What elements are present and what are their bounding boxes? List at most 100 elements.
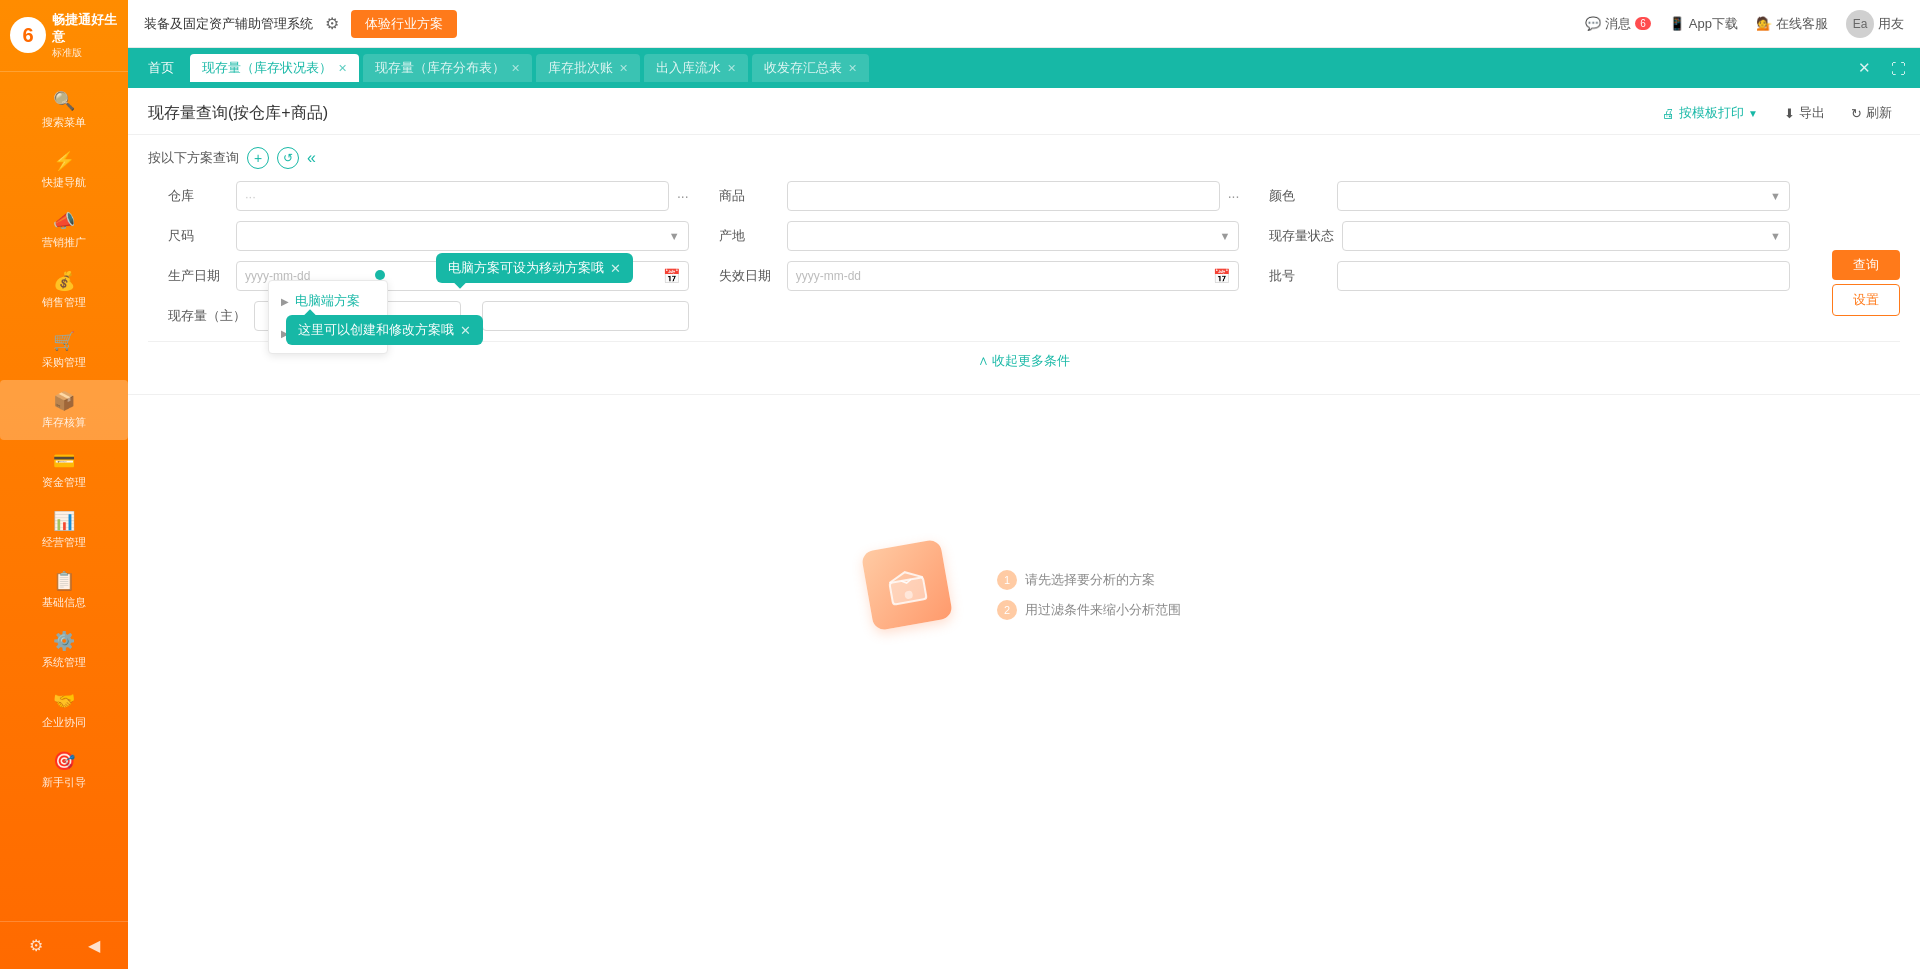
sidebar-item-guide[interactable]: 🎯 新手引导 (0, 740, 128, 800)
tab-close-inout[interactable]: ✕ (727, 62, 736, 75)
experience-btn[interactable]: 体验行业方案 (351, 10, 457, 38)
stock-max-input[interactable] (482, 301, 689, 331)
sidebar-item-search[interactable]: 🔍 搜索菜单 (0, 80, 128, 140)
tooltip-edit-close[interactable]: ✕ (460, 323, 471, 338)
warehouse-filter-row: 仓库 ··· ··· (168, 181, 689, 211)
finance-icon: 💳 (53, 450, 75, 472)
tab-inventory-dist-label: 现存量（库存分布表） (375, 59, 505, 77)
export-btn[interactable]: ⬇ 导出 (1776, 100, 1833, 126)
sidebar-item-system[interactable]: ⚙️ 系统管理 (0, 620, 128, 680)
size-select[interactable]: ▼ (236, 221, 689, 251)
export-icon: ⬇ (1784, 106, 1795, 121)
color-label: 颜色 (1269, 187, 1329, 205)
print-btn[interactable]: 🖨 按模板打印 ▼ (1654, 100, 1766, 126)
tab-close-all-btn[interactable]: ✕ (1852, 57, 1877, 79)
expiry-date-filter-row: 失效日期 yyyy-mm-dd 📅 (719, 261, 1240, 291)
main-area: 装备及固定资产辅助管理系统 ⚙ 体验行业方案 💬 消息 6 📱 App下载 💁 … (128, 0, 1920, 969)
refresh-btn[interactable]: ↻ 刷新 (1843, 100, 1900, 126)
filter-area: 按以下方案查询 + ↺ « ▶ 电脑端方案 ▶ 移动端方案 (128, 135, 1920, 395)
tab-home[interactable]: 首页 (136, 54, 186, 82)
gear-button[interactable]: ⚙ (325, 14, 339, 33)
sidebar-item-finance[interactable]: 💳 资金管理 (0, 440, 128, 500)
tab-fullscreen-btn[interactable]: ⛶ (1885, 58, 1912, 79)
sidebar: 6 畅捷通好生意 标准版 🔍 搜索菜单 ⚡ 快捷导航 📣 营销推广 💰 销售管理… (0, 0, 128, 969)
tab-close-inventory-dist[interactable]: ✕ (511, 62, 520, 75)
warehouse-more-icon[interactable]: ··· (677, 188, 689, 204)
filter-header: 按以下方案查询 + ↺ « (148, 147, 1900, 169)
desktop-scheme-item[interactable]: ▶ 电脑端方案 (269, 287, 387, 315)
stock-status-arrow-icon: ▼ (1770, 230, 1781, 242)
stock-status-select[interactable]: ▼ (1342, 221, 1790, 251)
empty-icon-box (861, 539, 954, 632)
user-profile[interactable]: Ea 用友 (1846, 10, 1904, 38)
sidebar-item-sales[interactable]: 💰 销售管理 (0, 260, 128, 320)
origin-filter-row: 产地 ▼ (719, 221, 1240, 251)
tab-close-collect[interactable]: ✕ (848, 62, 857, 75)
support-icon: 💁 (1756, 16, 1772, 31)
sidebar-item-operations[interactable]: 📊 经营管理 (0, 500, 128, 560)
system-icon: ⚙️ (53, 630, 75, 652)
support-action[interactable]: 💁 在线客服 (1756, 15, 1828, 33)
filter-add-btn[interactable]: + (247, 147, 269, 169)
reset-button[interactable]: 设置 (1832, 284, 1900, 316)
logo-icon: 6 (10, 17, 46, 53)
app-download-action[interactable]: 📱 App下载 (1669, 15, 1738, 33)
tab-inventory-status[interactable]: 现存量（库存状况表） ✕ (190, 54, 359, 82)
batch-input[interactable] (1337, 261, 1790, 291)
color-arrow-icon: ▼ (1770, 190, 1781, 202)
avatar: Ea (1846, 10, 1874, 38)
tab-collect[interactable]: 收发存汇总表 ✕ (752, 54, 869, 82)
guide-icon: 🎯 (53, 750, 75, 772)
tabs-bar: 首页 现存量（库存状况表） ✕ 现存量（库存分布表） ✕ 库存批次账 ✕ 出入库… (128, 48, 1920, 88)
tooltip-desktop-close[interactable]: ✕ (610, 261, 621, 276)
warehouse-label: 仓库 (168, 187, 228, 205)
print-icon: 🖨 (1662, 106, 1675, 121)
tooltip-edit-scheme: 这里可以创建和修改方案哦 ✕ (286, 315, 483, 345)
arrow-icon: ▶ (281, 296, 289, 307)
sidebar-item-quicknav[interactable]: ⚡ 快捷导航 (0, 140, 128, 200)
settings-bottom-btn[interactable]: ⚙ (25, 932, 47, 959)
product-select[interactable] (787, 181, 1220, 211)
operations-icon: 📊 (53, 510, 75, 532)
empty-tip-1: 1 请先选择要分析的方案 (997, 570, 1181, 590)
tab-inout-label: 出入库流水 (656, 59, 721, 77)
chevron-up-icon: ∧ (978, 353, 989, 368)
message-action[interactable]: 💬 消息 6 (1585, 15, 1651, 33)
enterprise-icon: 🤝 (53, 690, 75, 712)
sidebar-item-purchase[interactable]: 🛒 采购管理 (0, 320, 128, 380)
lightning-icon: ⚡ (53, 150, 75, 172)
sidebar-item-marketing[interactable]: 📣 营销推广 (0, 200, 128, 260)
content-area: 现存量查询(按仓库+商品) 🖨 按模板打印 ▼ ⬇ 导出 ↻ 刷新 (128, 88, 1920, 969)
filter-refresh-btn[interactable]: ↺ (277, 147, 299, 169)
product-more-icon[interactable]: ··· (1228, 188, 1240, 204)
tab-close-inventory-status[interactable]: ✕ (338, 62, 347, 75)
tab-inventory-dist[interactable]: 现存量（库存分布表） ✕ (363, 54, 532, 82)
collapse-sidebar-btn[interactable]: ◀ (84, 932, 104, 959)
tab-close-batch[interactable]: ✕ (619, 62, 628, 75)
home-tab-label: 首页 (148, 59, 174, 77)
empty-state: 1 请先选择要分析的方案 2 用过滤条件来缩小分析范围 (128, 395, 1920, 795)
purchase-icon: 🛒 (53, 330, 75, 352)
sidebar-item-basic[interactable]: 📋 基础信息 (0, 560, 128, 620)
basic-icon: 📋 (53, 570, 75, 592)
stock-label: 现存量（主） (168, 307, 246, 325)
box-svg (878, 556, 936, 614)
stock-status-filter-row: 现存量状态 ▼ (1269, 221, 1790, 251)
color-select[interactable]: ▼ (1337, 181, 1790, 211)
production-date-label: 生产日期 (168, 267, 228, 285)
origin-select[interactable]: ▼ (787, 221, 1240, 251)
search-button[interactable]: 查询 (1832, 250, 1900, 280)
sidebar-item-enterprise[interactable]: 🤝 企业协同 (0, 680, 128, 740)
sidebar-item-inventory[interactable]: 📦 库存核算 (0, 380, 128, 440)
expiry-date-label: 失效日期 (719, 267, 779, 285)
expiry-date-input[interactable]: yyyy-mm-dd 📅 (787, 261, 1240, 291)
tab-inout[interactable]: 出入库流水 ✕ (644, 54, 748, 82)
dot-indicator (375, 270, 385, 280)
tab-batch[interactable]: 库存批次账 ✕ (536, 54, 640, 82)
collapse-more-btn[interactable]: ∧ 收起更多条件 (148, 341, 1900, 380)
warehouse-select[interactable]: ··· (236, 181, 669, 211)
batch-label: 批号 (1269, 267, 1329, 285)
filter-back-btn[interactable]: « (307, 149, 316, 167)
batch-filter-row: 批号 (1269, 261, 1790, 291)
size-label: 尺码 (168, 227, 228, 245)
